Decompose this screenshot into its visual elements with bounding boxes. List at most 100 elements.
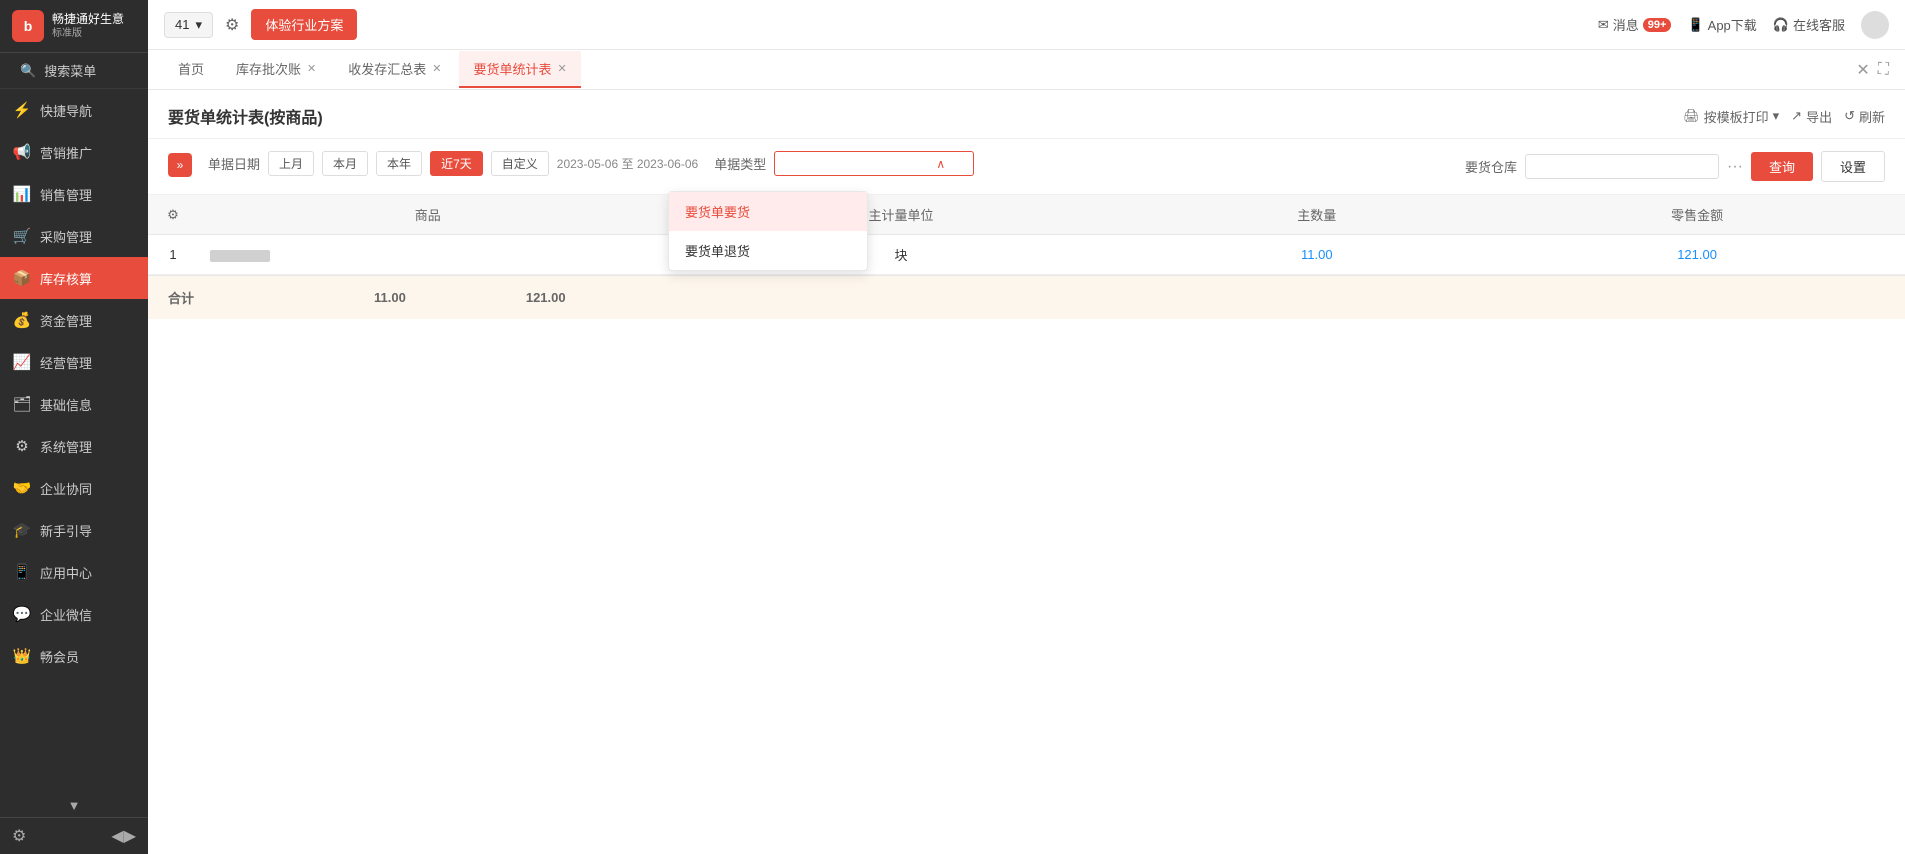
nav-icon-app-center: 📱	[12, 562, 32, 582]
date-this-year-btn[interactable]: 本年	[376, 151, 422, 176]
tab-close-icon[interactable]: ✕	[307, 62, 316, 75]
sidebar-item-purchase[interactable]: 🛒 采购管理	[0, 215, 148, 257]
data-table: ⚙商品主计量单位主数量零售金额 1 块 11.00 121.00	[148, 195, 1905, 275]
export-icon: ↗	[1791, 108, 1802, 124]
table-area: ⚙商品主计量单位主数量零售金额 1 块 11.00 121.00	[148, 195, 1905, 275]
nav-icon-beginner: 🎓	[12, 520, 32, 540]
sidebar-item-app-center[interactable]: 📱 应用中心	[0, 551, 148, 593]
sidebar-item-operations[interactable]: 📈 经营管理	[0, 341, 148, 383]
refresh-button[interactable]: ↺ 刷新	[1844, 107, 1885, 126]
col-header-3: 主数量	[1144, 195, 1489, 235]
sidebar-item-cooperation[interactable]: 🤝 企业协同	[0, 467, 148, 509]
nav-icon-basic: 🗂	[12, 394, 32, 414]
more-options-icon[interactable]: ···	[1727, 158, 1743, 176]
sidebar-item-beginner[interactable]: 🎓 新手引导	[0, 509, 148, 551]
tab-库存批次账[interactable]: 库存批次账✕	[222, 51, 330, 88]
nav-label-system: 系统管理	[40, 437, 92, 456]
logo-icon: b	[12, 10, 44, 42]
row-index: 1	[148, 235, 198, 275]
avatar[interactable]	[1861, 11, 1889, 39]
col-header-1: 商品	[198, 195, 658, 235]
page-header: 要货单统计表(按商品) 🖨 按模板打印 ▾ ↗ 导出 ↺ 刷新	[148, 90, 1905, 139]
nav-label-app-center: 应用中心	[40, 563, 92, 582]
date-last-month-btn[interactable]: 上月	[268, 151, 314, 176]
app-download-item[interactable]: 📱 App下载	[1687, 15, 1756, 34]
date-custom-btn[interactable]: 自定义	[491, 151, 549, 176]
query-button[interactable]: 查询	[1751, 152, 1813, 181]
sidebar-scroll-down[interactable]: ▼	[0, 794, 148, 817]
type-select-arrow-icon: ∧	[936, 157, 945, 171]
sidebar-item-wechat[interactable]: 💬 企业微信	[0, 593, 148, 635]
topbar-left: 41 ▾ ⚙ 体验行业方案	[164, 9, 357, 40]
topbar-right: ✉ 消息 99+ 📱 App下载 🎧 在线客服	[1598, 11, 1889, 39]
sidebar-item-system[interactable]: ⚙ 系统管理	[0, 425, 148, 467]
tab-close-icon[interactable]: ✕	[558, 62, 567, 75]
tab-close-icon[interactable]: ✕	[432, 62, 441, 75]
row-quantity: 11.00	[1144, 235, 1489, 275]
tabbar-actions: ✕ ⛶	[1856, 60, 1889, 80]
date-7days-btn[interactable]: 近7天	[430, 151, 483, 176]
main-area: 41 ▾ ⚙ 体验行业方案 ✉ 消息 99+ 📱 App下载 🎧 在线客服 首	[148, 0, 1905, 854]
type-select[interactable]: ∧	[774, 151, 974, 176]
tab-收发存汇总表[interactable]: 收发存汇总表✕	[334, 51, 455, 88]
export-button[interactable]: ↗ 导出	[1791, 107, 1832, 126]
sidebar-item-member[interactable]: 👑 畅会员	[0, 635, 148, 677]
table-footer: 合计 11.00 121.00	[148, 275, 1905, 319]
dropdown-item-要货单退货[interactable]: 要货单退货	[669, 231, 867, 270]
page-title: 要货单统计表(按商品)	[168, 104, 323, 128]
settings-button[interactable]: 设置	[1821, 151, 1885, 182]
topbar: 41 ▾ ⚙ 体验行业方案 ✉ 消息 99+ 📱 App下载 🎧 在线客服	[148, 0, 1905, 50]
sidebar-item-sales[interactable]: 📊 销售管理	[0, 173, 148, 215]
table-row: 1 块 11.00 121.00	[148, 235, 1905, 275]
tab-close-all-icon[interactable]: ✕	[1856, 60, 1869, 80]
print-dropdown-icon: ▾	[1773, 108, 1780, 124]
sidebar-bottom: ⚙ ◀▶	[0, 817, 148, 854]
printer-icon: 🖨	[1683, 108, 1700, 124]
support-item[interactable]: 🎧 在线客服	[1773, 15, 1845, 34]
nav-icon-cooperation: 🤝	[12, 478, 32, 498]
date-this-month-btn[interactable]: 本月	[322, 151, 368, 176]
dropdown-item-要货单要货[interactable]: 要货单要货	[669, 192, 867, 231]
sidebar-search[interactable]: 🔍 搜索菜单	[0, 53, 148, 89]
sidebar-item-quick-nav[interactable]: ⚡ 快捷导航	[0, 89, 148, 131]
nav-label-beginner: 新手引导	[40, 521, 92, 540]
footer-values: 11.00 121.00	[374, 290, 566, 305]
page-content: 要货单统计表(按商品) 🖨 按模板打印 ▾ ↗ 导出 ↺ 刷新	[148, 90, 1905, 854]
refresh-icon: ↺	[1844, 108, 1855, 124]
sidebar-item-basic[interactable]: 🗂 基础信息	[0, 383, 148, 425]
row-product	[198, 235, 658, 275]
dropdown-arrow-icon: ▾	[195, 17, 202, 33]
sidebar: b 畅捷通好生意 标准版 🔍 搜索菜单 ⚡ 快捷导航 📢 营销推广 📊 销售管理…	[0, 0, 148, 854]
warehouse-input[interactable]	[1525, 154, 1719, 179]
message-icon: ✉	[1598, 17, 1609, 33]
trial-button[interactable]: 体验行业方案	[251, 9, 357, 40]
mobile-icon: 📱	[1687, 17, 1703, 33]
type-select-value	[783, 156, 797, 171]
nav-label-sales: 销售管理	[40, 185, 92, 204]
nav-label-wechat: 企业微信	[40, 605, 92, 624]
collapse-icon[interactable]: ◀▶	[111, 826, 136, 846]
sidebar-item-inventory[interactable]: 📦 库存核算	[0, 257, 148, 299]
messages-item[interactable]: ✉ 消息 99+	[1598, 15, 1672, 34]
nav-label-marketing: 营销推广	[40, 143, 92, 162]
tab-expand-icon[interactable]: ⛶	[1878, 61, 1889, 79]
nav-label-inventory: 库存核算	[40, 269, 92, 288]
filter-bar: » 单据日期 上月 本月 本年 近7天 自定义 2023-05-06 至 202…	[148, 139, 1905, 195]
nav-icon-wechat: 💬	[12, 604, 32, 624]
tab-首页[interactable]: 首页	[164, 51, 218, 88]
nav-label-basic: 基础信息	[40, 395, 92, 414]
nav-label-finance: 资金管理	[40, 311, 92, 330]
tab-要货单统计表[interactable]: 要货单统计表✕	[459, 51, 580, 88]
nav-icon-quick-nav: ⚡	[12, 100, 32, 120]
filter-expand-button[interactable]: »	[168, 153, 192, 177]
col-header-0[interactable]: ⚙	[148, 195, 198, 235]
topbar-gear-icon[interactable]: ⚙	[225, 15, 239, 35]
print-button[interactable]: 🖨 按模板打印 ▾	[1683, 107, 1779, 126]
settings-icon[interactable]: ⚙	[12, 826, 26, 846]
sidebar-item-marketing[interactable]: 📢 营销推广	[0, 131, 148, 173]
sidebar-nav: ⚡ 快捷导航 📢 营销推广 📊 销售管理 🛒 采购管理 📦 库存核算 💰 资金管…	[0, 89, 148, 794]
logo-text: 畅捷通好生意 标准版	[52, 11, 124, 42]
store-selector[interactable]: 41 ▾	[164, 12, 213, 38]
nav-icon-operations: 📈	[12, 352, 32, 372]
sidebar-item-finance[interactable]: 💰 资金管理	[0, 299, 148, 341]
